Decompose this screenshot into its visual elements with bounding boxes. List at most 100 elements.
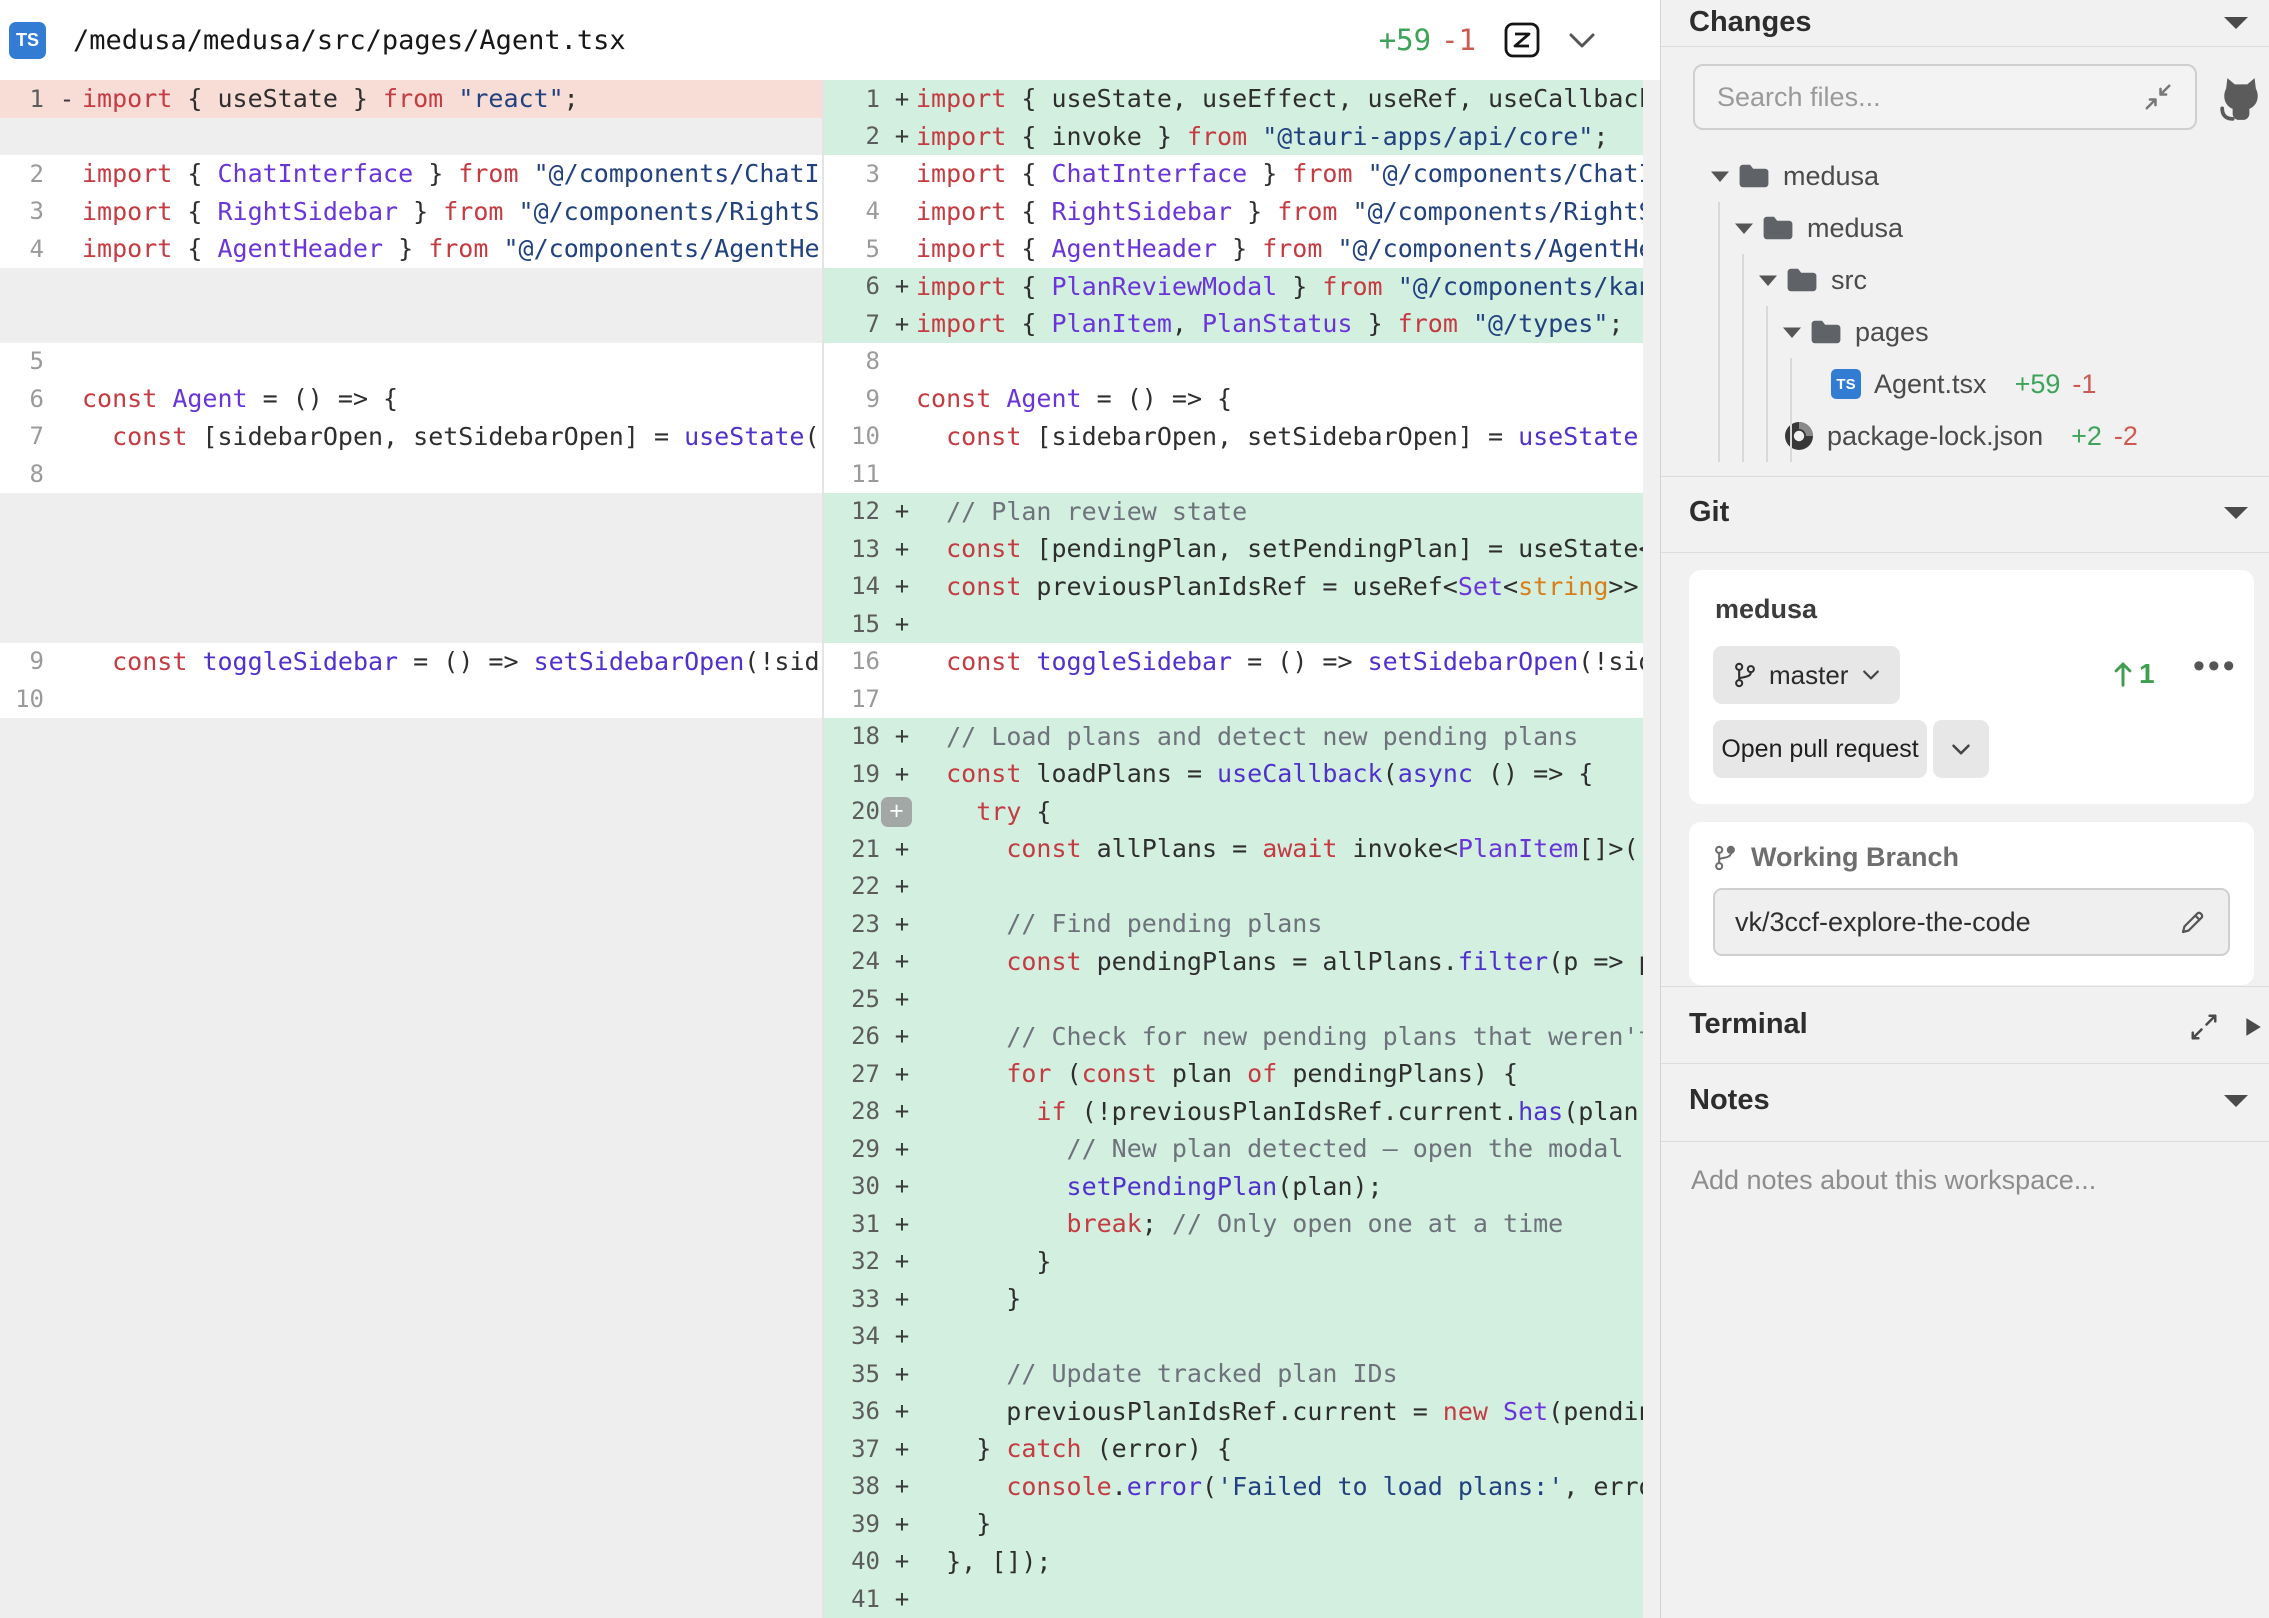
tree-item-label: pages <box>1855 317 1929 348</box>
diff-code-row: 25+ <box>824 980 1643 1018</box>
code-text: // Plan review state <box>914 497 1247 526</box>
line-number: 10 <box>824 422 890 450</box>
code-text: previousPlanIdsRef.current = new Set(pen… <box>914 1397 1643 1426</box>
line-number: 40 <box>824 1547 890 1575</box>
line-number: 1 <box>0 85 54 113</box>
terminal-expand-arrow-icon[interactable] <box>2243 1015 2263 1044</box>
split-diff-view: 1-import { useState } from "react"; 2 impo… <box>0 80 1660 1618</box>
add-comment-button[interactable]: + <box>881 797 912 827</box>
chevron-down-icon[interactable] <box>1759 274 1777 286</box>
diff-code-row: 18+ // Load plans and detect new pending… <box>824 718 1643 756</box>
more-actions-button[interactable]: ••• <box>2187 646 2244 687</box>
github-octocat-icon[interactable] <box>2219 76 2263 127</box>
diff-code-row: 27+ for (const plan of pendingPlans) { <box>824 1055 1643 1093</box>
code-text: import { ChatInterface } from "@/compone… <box>80 159 820 188</box>
pull-request-options-button[interactable] <box>1933 720 1989 778</box>
diff-code-row: 4import { AgentHeader } from "@/componen… <box>0 230 822 268</box>
tree-item-folder-medusa-inner[interactable]: medusa <box>1661 202 2269 254</box>
diff-code-row: 1-import { useState } from "react"; <box>0 80 822 118</box>
expand-terminal-icon[interactable] <box>2189 1012 2219 1047</box>
code-text: import { invoke } from "@tauri-apps/api/… <box>914 122 1608 151</box>
line-number: 7 <box>824 310 890 338</box>
diff-marker: + <box>890 1322 914 1350</box>
working-branch-field[interactable]: vk/3ccf-explore-the-code <box>1713 888 2230 956</box>
diff-code-row: 9 const toggleSidebar = () => setSidebar… <box>0 643 822 681</box>
line-number: 22 <box>824 872 890 900</box>
folder-icon <box>1786 267 1818 293</box>
diff-marker: + <box>890 1172 914 1200</box>
collapse-file-chevron-icon[interactable] <box>1568 30 1596 50</box>
diff-code-row: 32+ } <box>824 1243 1643 1281</box>
notes-section-header[interactable]: Notes <box>1689 1084 1770 1117</box>
tree-item-folder-src[interactable]: src <box>1661 254 2269 306</box>
tree-item-file-package-lock[interactable]: package-lock.json +2 -2 <box>1661 410 2269 462</box>
chevron-down-icon[interactable] <box>1783 326 1801 338</box>
diff-code-row: 2 import { ChatInterface } from "@/compon… <box>0 155 822 193</box>
divider <box>1661 552 2269 553</box>
diff-marker: + <box>890 122 914 150</box>
code-text: const loadPlans = useCallback(async () =… <box>914 759 1593 788</box>
code-text: import { useState } from "react"; <box>80 84 579 113</box>
notes-collapse-chevron-icon[interactable] <box>2223 1092 2249 1113</box>
tree-item-file-agent-tsx[interactable]: TS Agent.tsx +59 -1 <box>1661 358 2269 410</box>
code-text: for (const plan of pendingPlans) { <box>914 1059 1518 1088</box>
terminal-section-header[interactable]: Terminal <box>1689 1008 1808 1041</box>
code-text: setPendingPlan(plan); <box>914 1172 1383 1201</box>
tree-item-folder-pages[interactable]: pages <box>1661 306 2269 358</box>
divider <box>1661 1063 2269 1064</box>
code-text: import { RightSidebar } from "@/componen… <box>80 197 820 226</box>
diff-marker: + <box>890 1097 914 1125</box>
code-text: const pendingPlans = allPlans.filter(p =… <box>914 947 1643 976</box>
search-files-input[interactable] <box>1693 64 2197 130</box>
divider <box>1661 986 2269 987</box>
tree-item-label: src <box>1831 265 1867 296</box>
repo-name: medusa <box>1715 594 1817 625</box>
branch-selector-button[interactable]: master <box>1713 646 1900 704</box>
line-number: 33 <box>824 1285 890 1313</box>
code-text: // Update tracked plan IDs <box>914 1359 1398 1388</box>
git-collapse-chevron-icon[interactable] <box>2223 504 2249 525</box>
diff-code-row: 10 const [sidebarOpen, setSidebarOpen] =… <box>824 418 1643 456</box>
split-diff-icon[interactable] <box>1502 20 1542 60</box>
changes-collapse-chevron-icon[interactable] <box>2223 14 2249 35</box>
additions-count: +59 <box>2015 369 2061 400</box>
line-number: 36 <box>824 1397 890 1425</box>
diff-code-row: 3 import { RightSidebar } from "@/compone… <box>0 193 822 231</box>
tree-item-folder-medusa[interactable]: medusa <box>1661 150 2269 202</box>
divider <box>1661 476 2269 477</box>
typescript-file-icon: TS <box>9 22 46 59</box>
diff-scrollbar-gutter[interactable] <box>1643 80 1660 1618</box>
notes-placeholder-text[interactable]: Add notes about this workspace... <box>1691 1165 2096 1196</box>
diff-code-row: 16 const toggleSidebar = () => setSideba… <box>824 643 1643 681</box>
changes-section-header[interactable]: Changes <box>1689 6 1811 39</box>
code-text: // Find pending plans <box>914 909 1322 938</box>
folder-icon <box>1762 215 1794 241</box>
line-number: 4 <box>824 197 890 225</box>
diff-code-row: 10 <box>0 680 822 718</box>
diff-gap-row <box>0 530 822 568</box>
file-path: /medusa/medusa/src/pages/Agent.tsx <box>73 25 626 56</box>
diff-marker: + <box>890 835 914 863</box>
tree-indent-guide <box>1742 254 1744 462</box>
line-number: 3 <box>0 197 54 225</box>
code-text: import { PlanReviewModal } from "@/compo… <box>914 272 1643 301</box>
chevron-down-icon[interactable] <box>1711 170 1729 182</box>
open-pull-request-button[interactable]: Open pull request <box>1713 720 1927 778</box>
edit-branch-pencil-icon[interactable] <box>2178 907 2208 937</box>
chevron-down-icon[interactable] <box>1735 222 1753 234</box>
git-branch-icon <box>1713 844 1737 872</box>
collapse-tree-icon[interactable] <box>2143 82 2173 117</box>
diff-code-row: 15+ <box>824 605 1643 643</box>
diff-code-row: 40+ }, []); <box>824 1543 1643 1581</box>
code-text: } <box>914 1247 1051 1276</box>
line-number: 9 <box>0 647 54 675</box>
line-number: 2 <box>0 160 54 188</box>
deletions-count: -2 <box>2114 421 2138 452</box>
commits-ahead-indicator[interactable]: 1 <box>2113 658 2155 690</box>
diff-code-row: 31+ break; // Only open one at a time <box>824 1205 1643 1243</box>
line-number: 34 <box>824 1322 890 1350</box>
code-text: import { AgentHeader } from "@/component… <box>914 234 1643 263</box>
diff-gap-row <box>0 305 822 343</box>
git-section-header[interactable]: Git <box>1689 496 1729 529</box>
diff-code-row: 8 <box>0 455 822 493</box>
